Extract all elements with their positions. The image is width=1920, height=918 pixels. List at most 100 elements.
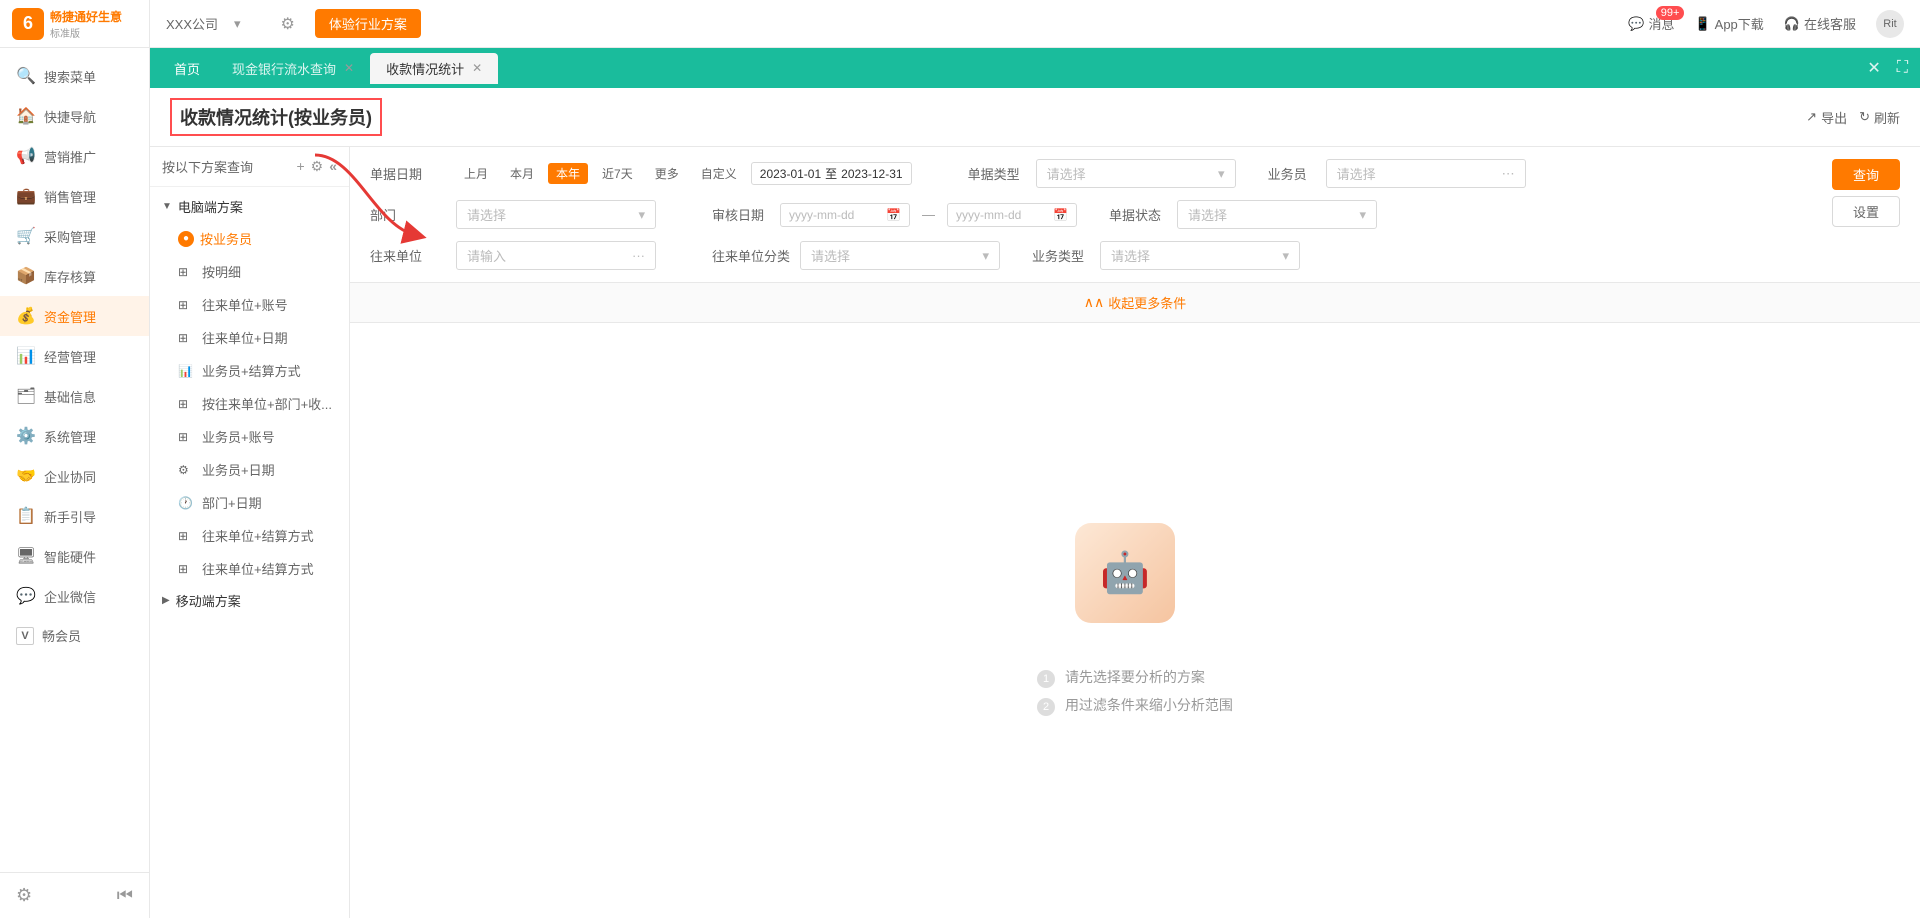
unit-category-select[interactable]: 请选择 ▾ [800,241,1000,270]
unit-ellipsis-icon[interactable]: ··· [632,248,645,263]
sidebar-item-sales[interactable]: 💼 销售管理 [0,176,149,216]
sidebar-footer: ⚙ ⏮ [0,872,149,918]
tree-group-mobile[interactable]: ▶ 移动端方案 [150,585,349,616]
date-tab-custom[interactable]: 自定义 [693,163,745,184]
unit-category-dropdown-icon: ▾ [982,248,989,264]
empty-tip-1: 1 请先选择要分析的方案 [1037,663,1233,691]
dept-dropdown-icon: ▾ [638,207,645,223]
date-tab-more[interactable]: 更多 [647,163,687,184]
tab-receipt-close[interactable]: ✕ [472,61,482,75]
dept-label: 部门 [370,205,440,224]
basic-icon: 🗂 [16,386,36,406]
doc-status-dropdown-icon: ▾ [1359,207,1366,223]
tab-receipt[interactable]: 收款情况统计 ✕ [370,53,498,84]
trial-button[interactable]: 体验行业方案 [315,9,421,38]
tree-item-unit-dept-recv[interactable]: ⊞ 按往来单位+部门+收... [150,387,349,420]
sidebar-item-wechat[interactable]: 💬 企业微信 [0,576,149,616]
left-panel-actions: + ⚙ « [296,158,337,175]
topbar-message[interactable]: 💬 消息 99+ [1628,14,1674,33]
sidebar-item-system[interactable]: ⚙️ 系统管理 [0,416,149,456]
refresh-button[interactable]: ↻ 刷新 [1859,108,1900,127]
query-button[interactable]: 查询 [1832,159,1900,190]
tab-bank[interactable]: 现金银行流水查询 ✕ [216,53,370,84]
sidebar-item-inventory[interactable]: 📦 库存核算 [0,256,149,296]
unit-label: 往来单位 [370,246,440,265]
topbar-app-download[interactable]: 📱 App下载 [1694,14,1763,33]
topbar-online-service[interactable]: 🎧 在线客服 [1784,14,1856,33]
sidebar-item-marketing[interactable]: 📢 营销推广 [0,136,149,176]
tree-mobile-expand-icon: ▶ [162,595,170,606]
page-header: 收款情况统计(按业务员) ↗ 导出 ↻ 刷新 [150,88,1920,147]
audit-date-to[interactable]: yyyy-mm-dd 📅 [947,203,1077,227]
tab-maximize-button[interactable]: ⛶ [1893,55,1912,81]
sidebar-item-finance[interactable]: 💰 资金管理 [0,296,149,336]
collapse-icon: ∧∧ [1084,294,1105,311]
sidebar-item-newbie[interactable]: 📋 新手引导 [0,496,149,536]
date-range-display: 2023-01-01 至 2023-12-31 [751,162,912,185]
unit-category-label: 往来单位分类 [712,246,792,265]
sidebar-item-corp[interactable]: 🤝 企业协同 [0,456,149,496]
query-buttons: 查询 设置 [1832,159,1900,227]
tree-item-unit-settle1[interactable]: ⊞ 往来单位+结算方式 [150,519,349,552]
date-tab-this-year[interactable]: 本年 [548,163,588,184]
tree-item-salesman-account[interactable]: ⊞ 业务员+账号 [150,420,349,453]
sidebar-item-quicknav[interactable]: 🏠 快捷导航 [0,96,149,136]
tree-item-unit-date[interactable]: ⊞ 往来单位+日期 [150,321,349,354]
date-tab-last-month[interactable]: 上月 [456,163,496,184]
sidebar: 6 畅捷通好生意 标准版 🔍 搜索菜单 🏠 快捷导航 📢 营销推广 💼 [0,0,150,918]
tree-group-pc[interactable]: ▼ 电脑端方案 [150,191,349,222]
tree-item-unit-settle2[interactable]: ⊞ 往来单位+结算方式 [150,552,349,585]
empty-state: 🤖 1 请先选择要分析的方案 2 用过滤条件来缩小分析范围 [350,323,1920,918]
tab-bank-close[interactable]: ✕ [344,61,354,75]
service-icon: 🎧 [1784,16,1800,32]
add-scheme-icon[interactable]: + [296,158,304,175]
empty-tips: 1 请先选择要分析的方案 2 用过滤条件来缩小分析范围 [1037,663,1233,719]
sidebar-item-operation[interactable]: 📊 经营管理 [0,336,149,376]
salesman-account-icon: ⊞ [178,430,196,444]
tree-item-by-salesman[interactable]: ● 按业务员 [150,222,349,255]
tab-close-window-button[interactable]: ✕ [1863,54,1884,82]
topbar-dropdown-icon[interactable]: ▾ [234,16,241,32]
doc-type-select[interactable]: 请选择 ▾ [1036,159,1236,188]
biz-type-select[interactable]: 请选择 ▾ [1100,241,1300,270]
tree-item-unit-account[interactable]: ⊞ 往来单位+账号 [150,288,349,321]
settings-footer-icon[interactable]: ⚙ [16,885,32,906]
sidebar-item-purchase[interactable]: 🛒 采购管理 [0,216,149,256]
inventory-icon: 📦 [16,266,36,286]
left-panel: 按以下方案查询 + ⚙ « ▼ 电脑端方案 [150,147,350,918]
date-tab-this-month[interactable]: 本月 [502,163,542,184]
tip-num-1: 1 [1037,670,1055,688]
doc-status-select[interactable]: 请选择 ▾ [1177,200,1377,229]
unit-category-filter: 往来单位分类 请选择 ▾ [712,241,1000,270]
salesman-select[interactable]: 请选择 ⋯ [1326,159,1526,188]
sidebar-item-hardware[interactable]: 🖥 智能硬件 [0,536,149,576]
wechat-icon: 💬 [16,586,36,606]
filter-row-date: 单据日期 上月 本月 本年 近7天 更多 自定义 [370,159,1816,188]
tree-item-salesman-settle[interactable]: 📊 业务员+结算方式 [150,354,349,387]
export-icon: ↗ [1806,109,1817,125]
sidebar-item-member[interactable]: V 畅会员 [0,616,149,655]
member-icon: V [16,627,34,645]
tree-item-salesman-date[interactable]: ⚙ 业务员+日期 [150,453,349,486]
tree-item-dept-date[interactable]: 🕐 部门+日期 [150,486,349,519]
unit-settle2-icon: ⊞ [178,562,196,576]
collapse-panel-icon[interactable]: « [329,158,337,175]
tree-item-by-detail[interactable]: ⊞ 按明细 [150,255,349,288]
scheme-settings-icon[interactable]: ⚙ [311,158,324,175]
sidebar-item-basic[interactable]: 🗂 基础信息 [0,376,149,416]
date-tab-7days[interactable]: 近7天 [594,163,641,184]
tab-home[interactable]: 首页 [158,53,216,84]
calendar-to-icon: 📅 [1053,208,1068,222]
collapse-sidebar-icon[interactable]: ⏮ [117,885,133,906]
unit-input[interactable]: 请输入 ··· [456,241,656,270]
collapse-more-bar[interactable]: ∧∧ 收起更多条件 [350,283,1920,323]
finance-icon: 💰 [16,306,36,326]
export-button[interactable]: ↗ 导出 [1806,108,1847,127]
user-avatar[interactable]: Rit [1876,10,1904,38]
filter-settings-button[interactable]: 设置 [1832,196,1900,227]
dept-select[interactable]: 请选择 ▾ [456,200,656,229]
sidebar-item-search[interactable]: 🔍 搜索菜单 [0,56,149,96]
topbar-gear-icon[interactable]: ⚙ [281,14,295,34]
salesman-dropdown-icon: ⋯ [1502,166,1515,182]
audit-date-from[interactable]: yyyy-mm-dd 📅 [780,203,910,227]
